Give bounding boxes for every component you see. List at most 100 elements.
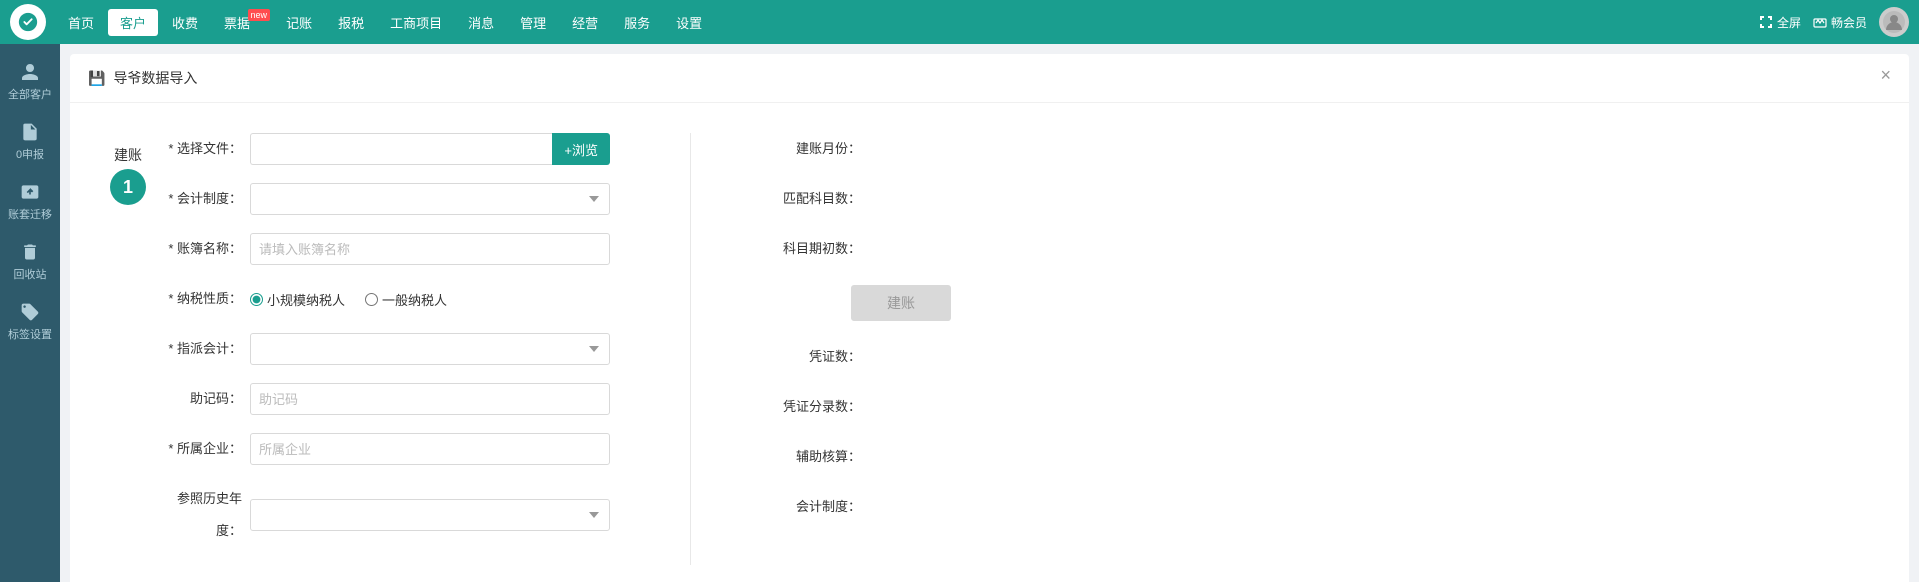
nav-operation[interactable]: 经营 [560, 9, 610, 36]
page-container: 💾 导爷数据导入 × 建账 1 [70, 54, 1909, 582]
assign-accountant-label: * 指派会计： [162, 333, 242, 365]
vip-btn[interactable]: 畅会员 [1813, 14, 1867, 31]
subject-init-label: 科目期初数： [771, 233, 861, 265]
tax-general-radio[interactable]: 一般纳税人 [365, 290, 447, 309]
fullscreen-label: 全屏 [1777, 14, 1801, 31]
vip-label: 畅会员 [1831, 14, 1867, 31]
import-icon: 💾 [88, 70, 105, 87]
voucher-entries-label: 凭证分录数： [771, 391, 861, 423]
nav-manage[interactable]: 管理 [508, 9, 558, 36]
aux-accounting-row: 辅助核算： [771, 441, 1031, 473]
form-right: 建账月份： 匹配科目数： 科目期初数： 建账 [771, 133, 1031, 565]
nav-message[interactable]: 消息 [456, 9, 506, 36]
accounting-system-select[interactable] [250, 183, 610, 215]
build-month-row: 建账月份： [771, 133, 1031, 165]
sidebar-label-migrate: 账套迁移 [8, 206, 52, 222]
nav-client[interactable]: 客户 [108, 9, 158, 36]
match-subjects-label: 匹配科目数： [771, 183, 861, 215]
build-month-value [869, 133, 1031, 165]
match-subjects-value [869, 183, 1031, 215]
tax-small-label: 小规模纳税人 [267, 290, 345, 309]
step-label: 建账 [114, 145, 142, 165]
tax-nature-radios: 小规模纳税人 一般纳税人 [250, 283, 447, 315]
tax-nature-row: * 纳税性质： 小规模纳税人 一般纳税人 [162, 283, 610, 315]
right-accounting-system-value [869, 491, 1031, 523]
voucher-count-value [869, 341, 1031, 373]
tax-nature-label: * 纳税性质： [162, 283, 242, 315]
memo-label: 助记码： [162, 383, 242, 415]
file-label: * 选择文件： [162, 133, 242, 165]
build-btn-area: 建账 [771, 285, 1031, 321]
form-left: 建账 1 * 选择文件： +浏览 [110, 133, 610, 565]
subject-init-row: 科目期初数： [771, 233, 1031, 265]
ledger-name-row: * 账簿名称： [162, 233, 610, 265]
form-rows: * 选择文件： +浏览 * 会计制度： [162, 133, 610, 565]
voucher-count-row: 凭证数： [771, 341, 1031, 373]
right-accounting-system-label: 会计制度： [771, 491, 861, 523]
company-label: * 所属企业： [162, 433, 242, 465]
file-input-group: +浏览 [250, 133, 610, 165]
sidebar-item-migrate[interactable]: 账套迁移 [2, 174, 58, 230]
vertical-divider [690, 133, 691, 565]
voucher-entries-value [869, 391, 1031, 423]
company-input[interactable] [250, 433, 610, 465]
main-content: 💾 导爷数据导入 × 建账 1 [60, 44, 1919, 582]
nav-settings[interactable]: 设置 [664, 9, 714, 36]
voucher-count-label: 凭证数： [771, 341, 861, 373]
assign-accountant-row: * 指派会计： [162, 333, 610, 365]
sidebar: 全部客户 0申报 账套迁移 回收站 标签设置 [0, 44, 60, 582]
top-nav: 首页 客户 收费 票据 new 记账 报税 工商项目 消息 管理 经营 服务 设… [0, 0, 1919, 44]
accounting-system-row: * 会计制度： [162, 183, 610, 215]
nav-items: 首页 客户 收费 票据 new 记账 报税 工商项目 消息 管理 经营 服务 设… [56, 9, 1759, 36]
subject-init-value [869, 233, 1031, 265]
file-input[interactable] [250, 133, 552, 165]
history-year-row: 参照历史年度： [162, 483, 610, 547]
ledger-name-label: * 账簿名称： [162, 233, 242, 265]
avatar[interactable] [1879, 7, 1909, 37]
nav-service[interactable]: 服务 [612, 9, 662, 36]
voucher-entries-row: 凭证分录数： [771, 391, 1031, 423]
right-accounting-system-row: 会计制度： [771, 491, 1031, 523]
ledger-name-input[interactable] [250, 233, 610, 265]
nav-right: 全屏 畅会员 [1759, 7, 1909, 37]
form-area: 建账 1 * 选择文件： +浏览 [70, 103, 1909, 582]
sidebar-item-recycle[interactable]: 回收站 [2, 234, 58, 290]
aux-accounting-value [869, 441, 1031, 473]
step-circle: 1 [110, 169, 146, 205]
sidebar-label-all-clients: 全部客户 [8, 86, 52, 102]
company-row: * 所属企业： [162, 433, 610, 465]
browse-button[interactable]: +浏览 [552, 133, 610, 165]
file-row: * 选择文件： +浏览 [162, 133, 610, 165]
sidebar-label-recycle: 回收站 [14, 266, 47, 282]
assign-accountant-select[interactable] [250, 333, 610, 365]
nav-home[interactable]: 首页 [56, 9, 106, 36]
form-section: 建账 1 * 选择文件： +浏览 [110, 133, 610, 565]
page-header: 💾 导爷数据导入 × [70, 54, 1909, 103]
sidebar-item-tag[interactable]: 标签设置 [2, 294, 58, 350]
memo-input[interactable] [250, 383, 610, 415]
fullscreen-btn[interactable]: 全屏 [1759, 14, 1801, 31]
nav-fee[interactable]: 收费 [160, 9, 210, 36]
sidebar-label-declare: 0申报 [16, 146, 44, 162]
step-area: 建账 1 [110, 133, 146, 205]
memo-row: 助记码： [162, 383, 610, 415]
logo [10, 4, 46, 40]
sidebar-item-all-clients[interactable]: 全部客户 [2, 54, 58, 110]
accounting-system-label: * 会计制度： [162, 183, 242, 215]
match-subjects-row: 匹配科目数： [771, 183, 1031, 215]
new-badge: new [248, 9, 271, 21]
page-title: 导爷数据导入 [113, 68, 197, 88]
build-account-button[interactable]: 建账 [851, 285, 951, 321]
aux-accounting-label: 辅助核算： [771, 441, 861, 473]
history-year-select[interactable] [250, 499, 610, 531]
sidebar-label-tag: 标签设置 [8, 326, 52, 342]
build-month-label: 建账月份： [771, 133, 861, 165]
nav-invoice[interactable]: 票据 new [212, 9, 272, 36]
tax-small-radio[interactable]: 小规模纳税人 [250, 290, 345, 309]
sidebar-item-declare[interactable]: 0申报 [2, 114, 58, 170]
nav-industry[interactable]: 工商项目 [378, 9, 454, 36]
close-button[interactable]: × [1880, 66, 1891, 84]
nav-bookkeeping[interactable]: 记账 [274, 9, 324, 36]
nav-tax[interactable]: 报税 [326, 9, 376, 36]
layout: 全部客户 0申报 账套迁移 回收站 标签设置 💾 导爷数据导入 × [0, 44, 1919, 582]
